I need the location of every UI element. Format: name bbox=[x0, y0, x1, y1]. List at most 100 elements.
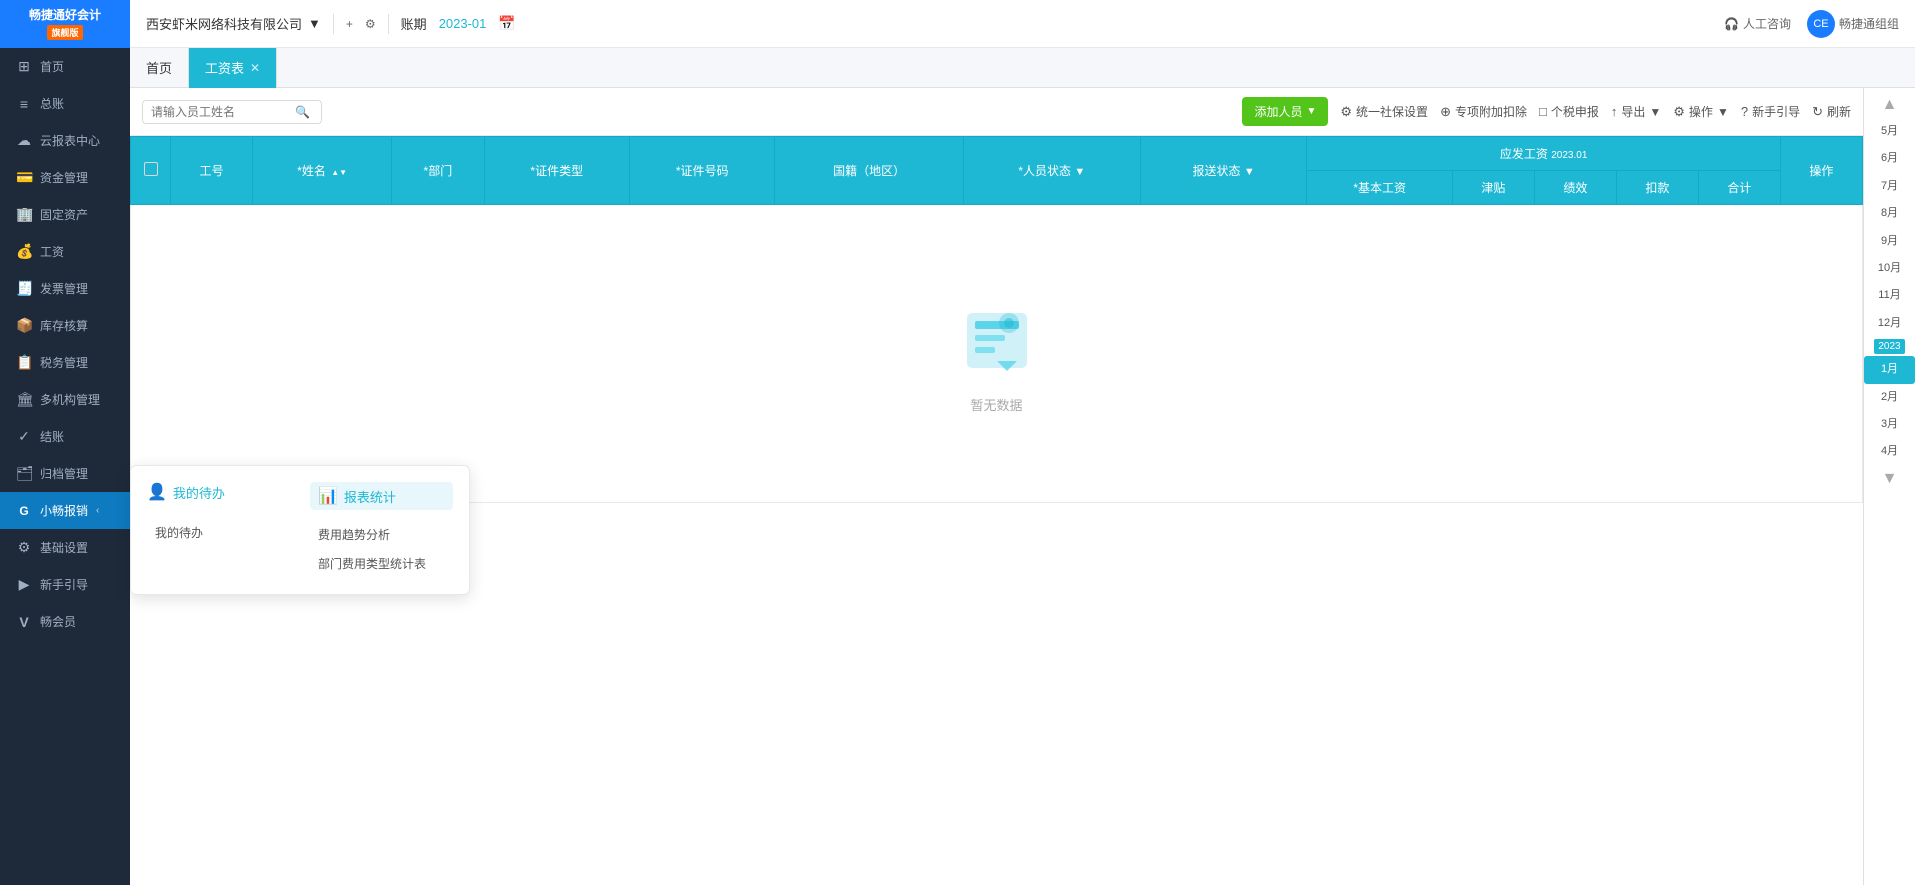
calendar-icon[interactable]: 📅 bbox=[498, 15, 515, 32]
headset-icon: 🎧 bbox=[1724, 17, 1739, 31]
operation-arrow: ▼ bbox=[1717, 105, 1729, 119]
user-avatar: CE bbox=[1807, 10, 1835, 38]
month-item-10[interactable]: 10月 bbox=[1864, 255, 1915, 282]
sidebar-item-label: 首页 bbox=[40, 58, 64, 75]
th-operation: 操作 bbox=[1780, 137, 1862, 205]
float-menu-item-my-todo[interactable]: 我的待办 bbox=[147, 518, 290, 547]
th-salary-group: 应发工资 2023.01 bbox=[1307, 137, 1780, 171]
company-dropdown-arrow[interactable]: ▼ bbox=[308, 16, 321, 31]
empty-state-cell: 暂无数据 bbox=[131, 205, 1863, 503]
social-insurance-button[interactable]: ⚙ 统一社保设置 bbox=[1340, 103, 1428, 120]
period-value[interactable]: 2023-01 bbox=[439, 16, 487, 31]
float-menu-row: 👤 我的待办 我的待办 📊 报表统计 费用趋势分析 部门费用类型统计表 bbox=[147, 482, 453, 578]
tab-salary-table[interactable]: 工资表 ✕ bbox=[189, 48, 277, 88]
th-department: *部门 bbox=[392, 137, 484, 205]
filter-report-status[interactable]: ▼ bbox=[1244, 166, 1255, 178]
th-person-status: *人员状态 ▼ bbox=[963, 137, 1140, 205]
export-button[interactable]: ↑ 导出 ▼ bbox=[1611, 103, 1661, 120]
float-menu-item-expense-trend[interactable]: 费用趋势分析 bbox=[310, 520, 453, 549]
month-item-6[interactable]: 6月 bbox=[1864, 145, 1915, 172]
tax-icon: 📋 bbox=[16, 354, 32, 371]
th-id-number: *证件号码 bbox=[629, 137, 774, 205]
sidebar-item-ledger[interactable]: ≡ 总账 bbox=[0, 85, 130, 122]
social-insurance-icon: ⚙ bbox=[1340, 104, 1352, 120]
home-icon: ⊞ bbox=[16, 58, 32, 75]
operation-button[interactable]: ⚙ 操作 ▼ bbox=[1673, 103, 1729, 120]
salary-period-label: 2023.01 bbox=[1551, 150, 1587, 161]
sidebar-item-multi-org[interactable]: 🏛 多机构管理 bbox=[0, 381, 130, 418]
table-toolbar: 🔍 添加人员 ▼ ⚙ 统一社保设置 ⊕ 专项附加扣除 bbox=[130, 88, 1863, 136]
refresh-button[interactable]: ↻ 刷新 bbox=[1812, 103, 1851, 120]
month-item-4[interactable]: 4月 bbox=[1864, 438, 1915, 465]
empty-icon bbox=[947, 293, 1047, 383]
th-nationality: 国籍（地区） bbox=[775, 137, 963, 205]
th-employee-id: 工号 bbox=[171, 137, 253, 205]
search-box[interactable]: 🔍 bbox=[142, 100, 322, 124]
tab-home-label: 首页 bbox=[146, 58, 172, 77]
add-person-arrow: ▼ bbox=[1306, 106, 1316, 117]
customer-service-button[interactable]: 🎧 人工咨询 bbox=[1724, 15, 1791, 32]
search-icon[interactable]: 🔍 bbox=[295, 105, 310, 119]
individual-tax-icon: □ bbox=[1539, 104, 1547, 119]
sidebar-item-membership[interactable]: V 畅会员 bbox=[0, 603, 130, 640]
user-profile[interactable]: CE 畅捷通组组 bbox=[1807, 10, 1899, 38]
sidebar-item-label: 云报表中心 bbox=[40, 132, 100, 149]
th-total: 合计 bbox=[1698, 171, 1780, 205]
month-nav-down[interactable]: ▼ bbox=[1878, 466, 1902, 492]
year-badge-2023: 2023 bbox=[1874, 339, 1904, 354]
sidebar-item-basic-settings[interactable]: ⚙ 基础设置 bbox=[0, 529, 130, 566]
guide-button[interactable]: ? 新手引导 bbox=[1741, 103, 1800, 120]
sidebar-item-new-guide[interactable]: ▶ 新手引导 bbox=[0, 566, 130, 603]
topbar-settings-button[interactable]: ⚙ bbox=[365, 17, 376, 31]
tab-home[interactable]: 首页 bbox=[130, 48, 189, 88]
month-item-1[interactable]: 1月 bbox=[1864, 356, 1915, 383]
th-name: *姓名 ▲▼ bbox=[252, 137, 391, 205]
th-checkbox[interactable] bbox=[131, 137, 171, 205]
sidebar-item-label: 归档管理 bbox=[40, 465, 88, 482]
tab-bar: 首页 工资表 ✕ bbox=[130, 48, 1915, 88]
month-nav-up[interactable]: ▲ bbox=[1878, 92, 1902, 118]
sort-arrows-name[interactable]: ▲▼ bbox=[331, 169, 347, 177]
company-name-text: 西安虾米网络科技有限公司 bbox=[146, 14, 302, 33]
cloud-report-icon: ☁ bbox=[16, 132, 32, 149]
month-item-8[interactable]: 8月 bbox=[1864, 200, 1915, 227]
sidebar: 畅捷通好会计 旗舰版 ⊞ 首页 ≡ 总账 ☁ 云报表中心 💳 资金管理 🏢 固定… bbox=[0, 0, 130, 885]
month-item-5[interactable]: 5月 bbox=[1864, 118, 1915, 145]
month-item-2[interactable]: 2月 bbox=[1864, 384, 1915, 411]
filter-person-status[interactable]: ▼ bbox=[1074, 166, 1085, 178]
float-menu-item-dept-expense[interactable]: 部门费用类型统计表 bbox=[310, 549, 453, 578]
select-all-checkbox[interactable] bbox=[144, 162, 158, 176]
sidebar-item-fixed-asset[interactable]: 🏢 固定资产 bbox=[0, 196, 130, 233]
sidebar-item-inventory[interactable]: 📦 库存核算 bbox=[0, 307, 130, 344]
add-person-button[interactable]: 添加人员 ▼ bbox=[1242, 97, 1328, 126]
sidebar-item-cloud-report[interactable]: ☁ 云报表中心 bbox=[0, 122, 130, 159]
month-item-11[interactable]: 11月 bbox=[1864, 282, 1915, 309]
inventory-icon: 📦 bbox=[16, 317, 32, 334]
month-item-12[interactable]: 12月 bbox=[1864, 310, 1915, 337]
sidebar-item-mini-expense[interactable]: G 小畅报销 ‹ bbox=[0, 492, 130, 529]
special-deduction-button[interactable]: ⊕ 专项附加扣除 bbox=[1440, 103, 1527, 120]
add-icon: + bbox=[346, 17, 353, 31]
sidebar-item-home[interactable]: ⊞ 首页 bbox=[0, 48, 130, 85]
sidebar-item-archive[interactable]: 🗂 归档管理 bbox=[0, 455, 130, 492]
sidebar-item-checkout[interactable]: ✓ 结账 bbox=[0, 418, 130, 455]
sidebar-item-tax[interactable]: 📋 税务管理 bbox=[0, 344, 130, 381]
month-item-9[interactable]: 9月 bbox=[1864, 228, 1915, 255]
topbar-divider-1 bbox=[333, 14, 334, 34]
month-item-3[interactable]: 3月 bbox=[1864, 411, 1915, 438]
sidebar-item-fund[interactable]: 💳 资金管理 bbox=[0, 159, 130, 196]
th-basic-salary: *基本工资 bbox=[1307, 171, 1452, 205]
tab-close-button[interactable]: ✕ bbox=[250, 61, 260, 75]
archive-icon: 🗂 bbox=[16, 465, 32, 482]
company-name-selector[interactable]: 西安虾米网络科技有限公司 ▼ bbox=[146, 14, 321, 33]
topbar-add-button[interactable]: + bbox=[346, 17, 353, 31]
month-item-7[interactable]: 7月 bbox=[1864, 173, 1915, 200]
individual-tax-button[interactable]: □ 个税申报 bbox=[1539, 103, 1599, 120]
sidebar-item-salary[interactable]: 💰 工资 bbox=[0, 233, 130, 270]
sidebar-item-invoice[interactable]: 🧾 发票管理 bbox=[0, 270, 130, 307]
main-area: 西安虾米网络科技有限公司 ▼ + ⚙ 账期 2023-01 📅 🎧 人工咨询 C… bbox=[130, 0, 1915, 885]
th-performance: 绩效 bbox=[1534, 171, 1616, 205]
salary-table: 工号 *姓名 ▲▼ *部门 *证件类型 bbox=[130, 136, 1863, 503]
search-input[interactable] bbox=[151, 105, 291, 119]
sidebar-item-label: 固定资产 bbox=[40, 206, 88, 223]
